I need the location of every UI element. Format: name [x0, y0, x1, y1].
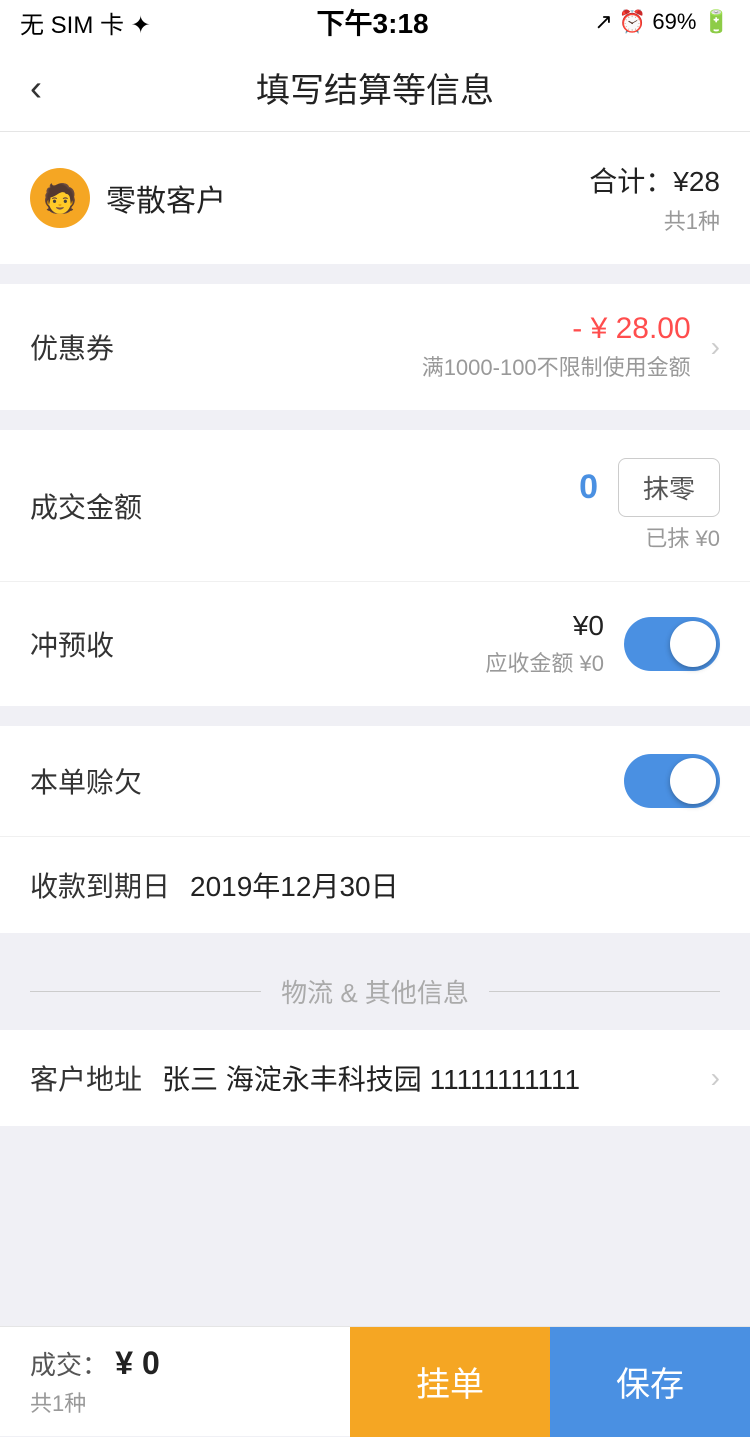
logistics-divider: 物流 & 其他信息 — [0, 953, 750, 1030]
status-right: ↗ ⏰ 69% 🔋 — [594, 9, 730, 35]
page-title: 填写结算等信息 — [256, 63, 494, 112]
debt-section: 本单赊欠 收款到期日 2019年12月30日 — [0, 726, 750, 933]
nav-bar: ‹ 填写结算等信息 — [0, 44, 750, 132]
chevron-right-icon: › — [711, 331, 720, 363]
address-row[interactable]: 客户地址 张三 海淀永丰科技园 11111111111 › — [0, 1030, 750, 1126]
battery-icon: ↗ ⏰ 69% 🔋 — [594, 9, 730, 35]
round-zero-button[interactable]: 抹零 — [618, 458, 720, 517]
footer-count: 共1种 — [30, 1386, 320, 1418]
amount-section: 成交金额 0 抹零 已抹 ¥0 冲预收 ¥0 应收金额 ¥0 — [0, 430, 750, 706]
coupon-value: - ¥ 28.00 — [572, 312, 690, 346]
divider-line-left — [30, 991, 261, 992]
coupon-section: 优惠券 - ¥ 28.00 满1000-100不限制使用金额 › — [0, 284, 750, 410]
customer-total-area: 合计：¥28 共1种 — [589, 160, 720, 236]
address-label: 客户地址 — [30, 1058, 142, 1098]
content-area: 🧑 零散客户 合计：¥28 共1种 优惠券 - ¥ 28.00 满1000-10… — [0, 132, 750, 1326]
customer-name: 零散客户 — [106, 176, 226, 220]
customer-info: 🧑 零散客户 — [30, 168, 226, 228]
debt-row: 本单赊欠 — [0, 726, 750, 836]
divider-line-right — [489, 991, 720, 992]
toggle-knob — [670, 621, 716, 667]
hold-button[interactable]: 挂单 — [350, 1327, 550, 1437]
avatar: 🧑 — [30, 168, 90, 228]
address-value: 张三 海淀永丰科技园 11111111111 — [162, 1058, 711, 1098]
coupon-right: - ¥ 28.00 满1000-100不限制使用金额 › — [422, 312, 720, 382]
avatar-icon: 🧑 — [43, 182, 78, 215]
coupon-subtext: 满1000-100不限制使用金额 — [422, 350, 691, 382]
customer-count: 共1种 — [589, 204, 720, 236]
footer-info: 成交： ¥ 0 共1种 — [0, 1345, 350, 1418]
prepay-row: 冲预收 ¥0 应收金额 ¥0 — [0, 582, 750, 706]
address-chevron-icon: › — [711, 1062, 720, 1094]
status-left: 无 SIM 卡 ✦ — [20, 5, 151, 40]
deal-amount-right: 0 抹零 已抹 ¥0 — [579, 458, 720, 553]
prepay-toggle[interactable] — [624, 617, 720, 671]
prepay-value-col: ¥0 应收金额 ¥0 — [485, 610, 604, 678]
due-date-label: 收款到期日 — [30, 865, 170, 905]
deal-amount-row: 成交金额 0 抹零 已抹 ¥0 — [0, 430, 750, 582]
debt-toggle-knob — [670, 758, 716, 804]
logistics-text: 物流 & 其他信息 — [281, 973, 469, 1010]
footer-deal-value: ¥ 0 — [115, 1345, 159, 1381]
footer-deal-row: 成交： ¥ 0 — [30, 1345, 320, 1382]
customer-total: 合计：¥28 — [589, 160, 720, 200]
coupon-row[interactable]: 优惠券 - ¥ 28.00 满1000-100不限制使用金额 › — [0, 284, 750, 410]
footer-deal-label: 成交： — [30, 1350, 108, 1380]
prepay-label: 冲预收 — [30, 624, 114, 664]
due-date-row: 收款到期日 2019年12月30日 — [0, 836, 750, 933]
amount-row-content: 0 抹零 — [579, 458, 720, 517]
save-button[interactable]: 保存 — [550, 1327, 750, 1437]
deal-amount-value: 0 — [579, 468, 598, 507]
footer: 成交： ¥ 0 共1种 挂单 保存 — [0, 1326, 750, 1436]
prepay-right: ¥0 应收金额 ¥0 — [485, 610, 720, 678]
prepay-subtext: 应收金额 ¥0 — [485, 646, 604, 678]
bottom-spacer — [0, 1126, 750, 1326]
debt-toggle[interactable] — [624, 754, 720, 808]
back-button[interactable]: ‹ — [30, 70, 42, 106]
status-bar: 无 SIM 卡 ✦ 下午3:18 ↗ ⏰ 69% 🔋 — [0, 0, 750, 44]
due-date-value: 2019年12月30日 — [190, 865, 399, 905]
deal-amount-label: 成交金额 — [30, 486, 142, 526]
deal-amount-subtext: 已抹 ¥0 — [645, 521, 720, 553]
status-time: 下午3:18 — [317, 2, 429, 42]
prepay-value: ¥0 — [573, 610, 604, 642]
coupon-label: 优惠券 — [30, 327, 114, 367]
coupon-value-col: - ¥ 28.00 满1000-100不限制使用金额 — [422, 312, 691, 382]
customer-card: 🧑 零散客户 合计：¥28 共1种 — [0, 132, 750, 264]
debt-label: 本单赊欠 — [30, 761, 142, 801]
